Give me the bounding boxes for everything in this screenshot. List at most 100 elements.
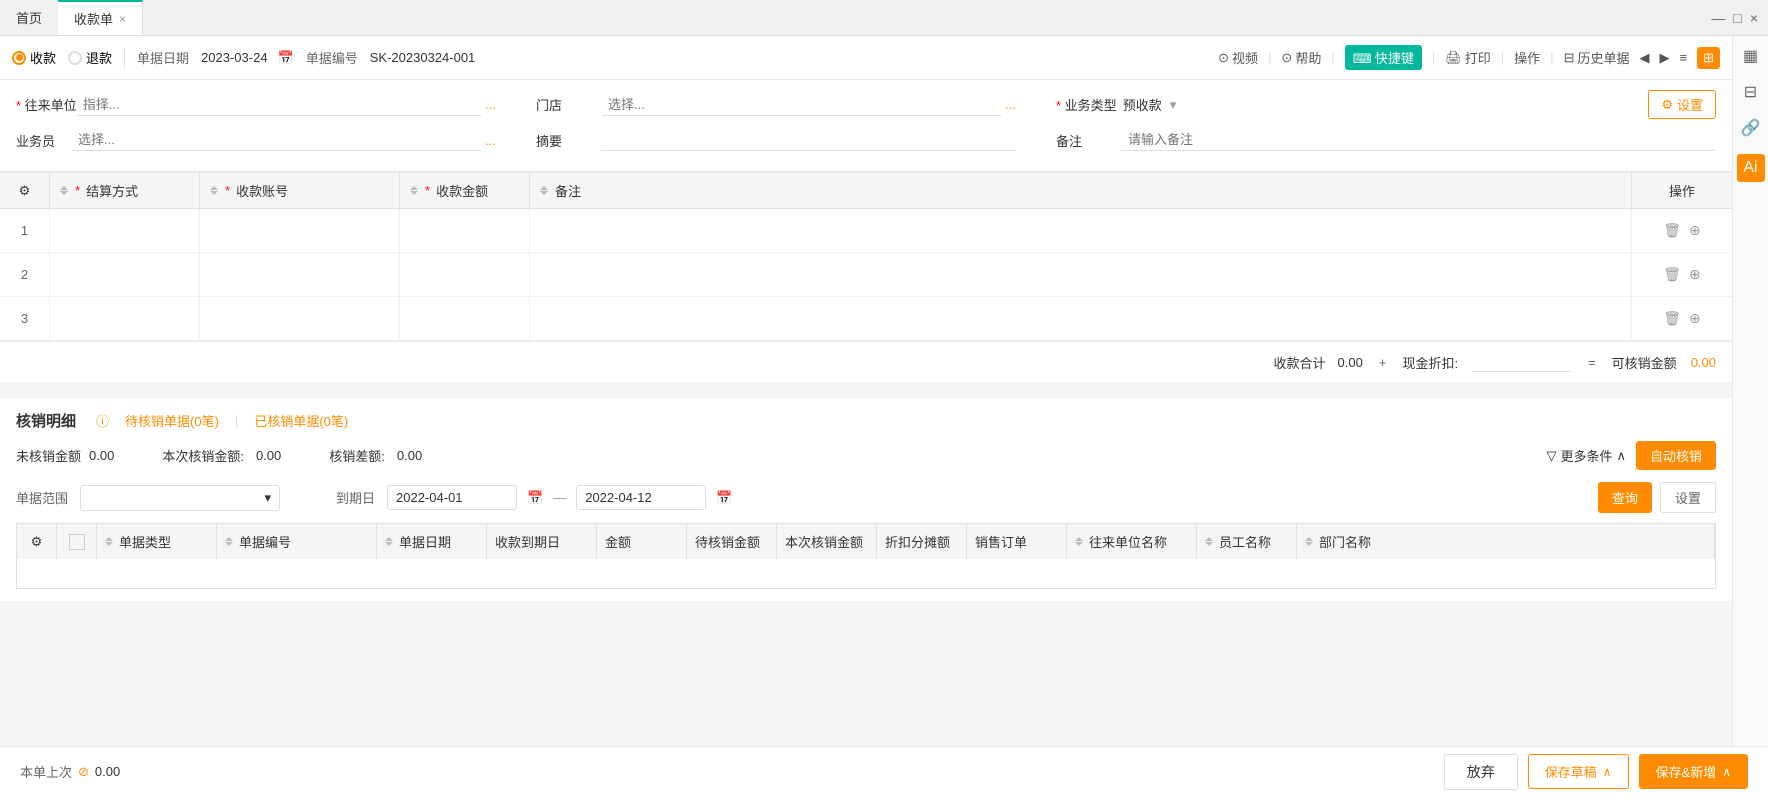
nav-right-btn[interactable]: ▶ <box>1660 50 1670 66</box>
due-date-field: 到期日 📅 — 📅 <box>336 485 732 510</box>
pending-tab[interactable]: 待核销单据(0笔) <box>125 411 219 430</box>
row-3-settlement[interactable] <box>50 297 200 340</box>
row-2-copy-icon[interactable]: ⊕ <box>1689 266 1701 283</box>
discount-label: 现金折扣: <box>1402 353 1458 372</box>
due-date-end-input[interactable] <box>576 485 706 510</box>
table-settings-icon[interactable]: ⚙ <box>19 183 31 199</box>
type-sort-down <box>105 542 113 546</box>
help-btn[interactable]: ⊙ 帮助 <box>1281 48 1321 67</box>
row-2-account[interactable] <box>200 253 400 296</box>
bth-thistime: 本次核销金额 <box>777 524 877 559</box>
remark-sort <box>540 186 548 195</box>
done-tab[interactable]: 已核销单据(0笔) <box>254 411 348 430</box>
row-2-remark[interactable] <box>530 253 1632 296</box>
form-settings-btn[interactable]: ⚙ 设置 <box>1648 90 1716 119</box>
employee-sort-down <box>1205 542 1213 546</box>
window-close-icon[interactable]: × <box>1750 10 1758 26</box>
video-btn[interactable]: ⊙ 视频 <box>1218 48 1258 67</box>
history-btn[interactable]: ⊟ 历史单据 <box>1564 48 1630 67</box>
date-range-label: 单据范围 <box>16 488 68 507</box>
summary-input[interactable] <box>602 129 1016 151</box>
row-3-delete-icon[interactable]: 🗑 <box>1663 310 1681 327</box>
table-header-settings[interactable]: ⚙ <box>0 173 50 208</box>
select-all-checkbox[interactable] <box>69 534 85 550</box>
more-conditions-btn[interactable]: ▽ 更多条件 ∧ <box>1546 446 1626 465</box>
business-type-label: 业务类型 <box>1056 95 1117 114</box>
radio-refund[interactable]: 退款 <box>68 48 112 67</box>
radio-receipt[interactable]: 收款 <box>12 48 56 67</box>
grid-icon-btn[interactable]: ⊞ <box>1697 47 1720 69</box>
number-field: 单据编号 SK-20230324-001 <box>306 48 476 67</box>
row-3-account[interactable] <box>200 297 400 340</box>
partner-input[interactable] <box>77 94 481 116</box>
form-row-2: 业务员 ... 摘要 备注 <box>16 129 1716 151</box>
date-picker-icon[interactable]: 📅 <box>278 50 294 66</box>
shortcut-btn[interactable]: ⌨ 快捷键 <box>1345 45 1422 70</box>
account-sort-up <box>210 186 218 190</box>
query-btn[interactable]: 查询 <box>1598 482 1652 513</box>
bth-settings[interactable]: ⚙ <box>17 524 57 559</box>
current-label: 本单上次 <box>20 762 72 781</box>
unchecked-value: 0.00 <box>89 448 114 463</box>
bth-check[interactable] <box>57 524 97 559</box>
sidebar-icon-list[interactable]: ⊟ <box>1744 82 1757 102</box>
menu-icon-btn[interactable]: ≡ <box>1680 50 1688 65</box>
bth-amount: 金额 <box>597 524 687 559</box>
row-2-delete-icon[interactable]: 🗑 <box>1663 266 1681 283</box>
minimize-icon[interactable]: — <box>1711 10 1725 26</box>
due-date-start-cal-icon[interactable]: 📅 <box>527 490 543 506</box>
settings-gear-icon: ⚙ <box>1661 97 1673 113</box>
remark-input[interactable] <box>1122 129 1716 151</box>
discount-input[interactable] <box>1472 352 1572 372</box>
account-required-mark: * <box>225 183 230 198</box>
sidebar-icon-link[interactable]: 🔗 <box>1741 118 1761 138</box>
maximize-icon[interactable]: □ <box>1733 10 1741 26</box>
bth-type: 单据类型 <box>97 524 217 559</box>
save-new-btn[interactable]: 保存&新增 ∧ <box>1639 754 1748 789</box>
current-info-icon[interactable]: ⊘ <box>78 764 89 780</box>
toolbar-right: ⊙ 视频 | ⊙ 帮助 | ⌨ 快捷键 | 🖨 打印 | 操作 | <box>1218 45 1720 70</box>
row-1-settlement[interactable] <box>50 209 200 252</box>
video-label: 视频 <box>1232 48 1258 67</box>
save-draft-btn[interactable]: 保存草稿 ∧ <box>1528 754 1629 789</box>
sidebar-icon-grid[interactable]: ▦ <box>1743 46 1758 66</box>
sidebar-icon-ai[interactable]: Ai <box>1737 154 1765 182</box>
shop-more-btn[interactable]: ... <box>1005 97 1016 112</box>
business-type-dropdown-icon[interactable]: ▾ <box>1170 97 1177 113</box>
remark-col-label: 备注 <box>555 181 581 200</box>
date-range-select[interactable]: ▾ <box>80 485 280 511</box>
settlement-sort <box>60 186 68 195</box>
tab-receipt[interactable]: 收款单 × <box>58 0 143 35</box>
operation-btn[interactable]: 操作 <box>1514 48 1540 67</box>
employee-sort <box>1205 537 1213 546</box>
print-btn[interactable]: 🖨 打印 <box>1445 48 1491 67</box>
shortcut-label: 快捷键 <box>1375 51 1414 66</box>
query-settings-btn[interactable]: 设置 <box>1660 482 1716 513</box>
auto-verify-btn[interactable]: 自动核销 <box>1636 441 1716 470</box>
row-2-amount[interactable] <box>400 253 530 296</box>
table-header-amount: * 收款金额 <box>400 173 530 208</box>
salesman-more-btn[interactable]: ... <box>485 133 496 148</box>
row-1-account[interactable] <box>200 209 400 252</box>
shop-input[interactable] <box>602 94 1001 116</box>
row-3-copy-icon[interactable]: ⊕ <box>1689 310 1701 327</box>
verify-info-icon[interactable]: ⓘ <box>96 411 109 430</box>
salesman-input[interactable] <box>72 129 481 151</box>
due-date-end-cal-icon[interactable]: 📅 <box>716 490 732 506</box>
code-sort-up <box>225 537 233 541</box>
row-1-remark[interactable] <box>530 209 1632 252</box>
row-1-copy-icon[interactable]: ⊕ <box>1689 222 1701 239</box>
row-2-settlement[interactable] <box>50 253 200 296</box>
tab-home[interactable]: 首页 <box>0 0 58 35</box>
bth-discount: 折扣分摊额 <box>877 524 967 559</box>
row-3-amount[interactable] <box>400 297 530 340</box>
row-3-remark[interactable] <box>530 297 1632 340</box>
row-1-delete-icon[interactable]: 🗑 <box>1663 222 1681 239</box>
tab-close-icon[interactable]: × <box>119 12 126 26</box>
due-date-start-input[interactable] <box>387 485 517 510</box>
discard-btn[interactable]: 放弃 <box>1444 754 1518 790</box>
partner-more-btn[interactable]: ... <box>485 97 496 112</box>
row-1-amount[interactable] <box>400 209 530 252</box>
nav-left-btn[interactable]: ◀ <box>1640 50 1650 66</box>
grid-icon: ⊞ <box>1703 50 1714 66</box>
